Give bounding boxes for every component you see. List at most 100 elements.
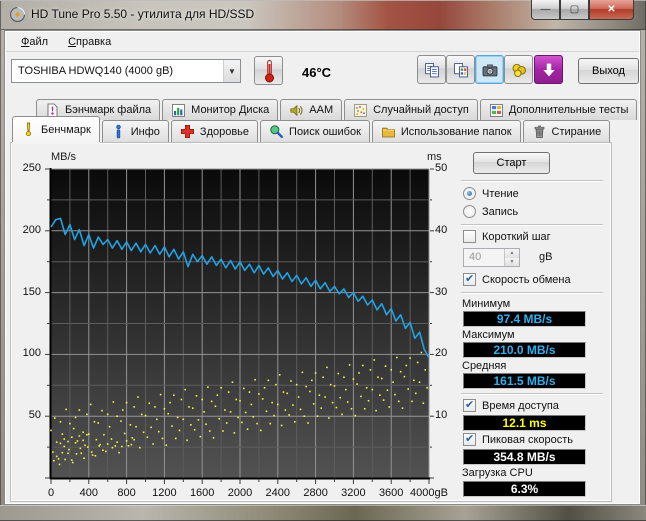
access-time-value: 12.1 ms <box>463 415 586 431</box>
titlebar: HD Tune Pro 5.50 - утилита для HD/SSD — … <box>0 0 646 30</box>
menu-help[interactable]: Справка <box>60 34 119 50</box>
stride-size-stepper[interactable]: 40 ▲ ▼ <box>463 248 520 267</box>
access-time-checkbox[interactable]: Время доступа <box>463 398 559 412</box>
tab-row2-1[interactable]: Инфо <box>101 120 169 142</box>
erase-icon <box>532 124 547 139</box>
radio-read-label: Чтение <box>482 187 519 200</box>
stride-unit-label: gB <box>539 251 553 263</box>
health-icon <box>180 124 195 139</box>
info-icon <box>111 124 126 139</box>
tab-label: Использование папок <box>400 125 512 138</box>
thermometer-icon <box>261 59 277 83</box>
app-icon <box>9 6 25 22</box>
radio-read[interactable]: Чтение <box>463 187 519 200</box>
drive-select-value: TOSHIBA HDWQ140 (4000 gB) <box>18 65 174 77</box>
client-area: Файл Справка TOSHIBA HDWQ140 (4000 gB) ▼… <box>4 30 641 505</box>
y-axis-tick: 200 <box>22 223 41 236</box>
temperature-button[interactable] <box>254 56 283 85</box>
menubar: Файл Справка <box>6 32 639 52</box>
stride-size-value: 40 <box>469 251 482 263</box>
cpu-usage-label: Загрузка CPU <box>462 467 533 479</box>
drive-select[interactable]: TOSHIBA HDWQ140 (4000 gB) ▼ <box>11 59 241 83</box>
tab-label: Бэнчмарк файла <box>65 104 152 116</box>
tab-row1-2[interactable]: AAM <box>280 99 343 120</box>
download-arrow-icon <box>541 62 557 78</box>
tab-row1-1[interactable]: Монитор Диска <box>162 99 279 120</box>
maximize-button[interactable]: ▢ <box>560 0 589 20</box>
short-stride-checkbox[interactable]: Короткий шаг <box>463 230 551 243</box>
ms-axis-tick: 50 <box>435 162 448 174</box>
burst-rate-label: Пиковая скорость <box>482 433 574 446</box>
stepper-down-icon[interactable]: ▼ <box>505 257 519 266</box>
y-axis-tick: 50 <box>28 409 41 422</box>
coins-icon <box>511 62 527 78</box>
ms-axis-tick: 30 <box>435 285 448 298</box>
tab-label: Инфо <box>130 125 160 138</box>
window-title: HD Tune Pro 5.50 - утилита для HD/SSD <box>31 7 255 21</box>
min-value: 97.4 MB/s <box>463 311 586 327</box>
minimize-button[interactable]: — <box>531 0 560 20</box>
random-access-icon <box>353 103 368 118</box>
hd-tune-window: HD Tune Pro 5.50 - утилита для HD/SSD — … <box>0 0 646 521</box>
tab-label: Монитор Диска <box>191 104 270 116</box>
avg-value: 161.5 MB/s <box>463 373 586 389</box>
error-scan-icon <box>269 124 284 139</box>
disk-monitor-icon <box>171 103 186 118</box>
chevron-down-icon[interactable]: ▼ <box>223 60 240 82</box>
download-button[interactable] <box>534 55 563 84</box>
start-button-label: Старт <box>496 157 527 169</box>
exit-button[interactable]: Выход <box>578 58 639 84</box>
copy-image-button[interactable] <box>446 55 475 84</box>
burst-rate-box[interactable] <box>463 432 476 446</box>
radio-write-circle[interactable] <box>463 205 476 218</box>
tab-row1-4[interactable]: Дополнительные тесты <box>479 99 638 120</box>
exit-button-label: Выход <box>592 65 625 77</box>
copy-text-button[interactable] <box>417 55 446 84</box>
benchmark-icon <box>21 122 36 137</box>
ms-axis-tick: 10 <box>435 409 448 422</box>
copy-pages-icon <box>424 62 440 78</box>
radio-read-circle[interactable] <box>463 187 476 200</box>
screenshot-button[interactable] <box>475 55 504 84</box>
benchmark-panel: MB/s ms 250 200 150 100 50 50 40 30 20 10 0 400 800 1… <box>10 142 612 502</box>
separator <box>461 224 603 226</box>
stepper-up-icon[interactable]: ▲ <box>505 249 519 258</box>
menu-file[interactable]: Файл <box>13 34 56 50</box>
y-axis-tick: 150 <box>22 285 41 298</box>
transfer-rate-label: Скорость обмена <box>482 273 571 286</box>
tab-strip: Бэнчмарк файла Монитор Диска AAM Случайный … <box>6 96 639 142</box>
y-axis-tick: 100 <box>22 347 41 360</box>
avg-label: Средняя <box>462 360 507 372</box>
save-results-button[interactable] <box>504 55 533 84</box>
tab-label: Стирание <box>551 125 602 138</box>
tab-row2-2[interactable]: Здоровье <box>170 120 259 142</box>
access-time-label: Время доступа <box>482 399 559 412</box>
tab-label: Бенчмарк <box>41 123 91 136</box>
tab-row2-5[interactable]: Стирание <box>522 120 611 142</box>
speaker-icon <box>289 103 304 118</box>
transfer-rate-box[interactable] <box>463 272 476 286</box>
short-stride-box[interactable] <box>463 230 476 243</box>
tab-row2-4[interactable]: Использование папок <box>371 120 521 142</box>
close-button[interactable]: ✕ <box>589 0 634 20</box>
radio-write[interactable]: Запись <box>463 205 518 218</box>
access-time-box[interactable] <box>463 398 476 412</box>
tab-row2-3[interactable]: Поиск ошибок <box>260 120 370 142</box>
ms-axis-tick: 20 <box>435 347 448 360</box>
camera-icon <box>482 62 498 78</box>
max-value: 210.0 MB/s <box>463 342 586 358</box>
separator <box>461 180 603 182</box>
transfer-rate-checkbox[interactable]: Скорость обмена <box>463 272 571 286</box>
start-button[interactable]: Старт <box>473 152 550 174</box>
separator <box>461 292 603 294</box>
radio-write-label: Запись <box>482 205 519 218</box>
copy-image-icon <box>453 62 469 78</box>
tab-row2-0[interactable]: Бенчмарк <box>12 116 100 142</box>
tab-label: AAM <box>309 104 334 116</box>
burst-rate-checkbox[interactable]: Пиковая скорость <box>463 432 574 446</box>
stepper-arrows[interactable]: ▲ ▼ <box>504 249 519 266</box>
extra-tests-icon <box>489 103 504 118</box>
tab-label: Поиск ошибок <box>289 125 361 138</box>
tab-row1-3[interactable]: Случайный доступ <box>344 99 478 120</box>
separator <box>461 393 603 395</box>
